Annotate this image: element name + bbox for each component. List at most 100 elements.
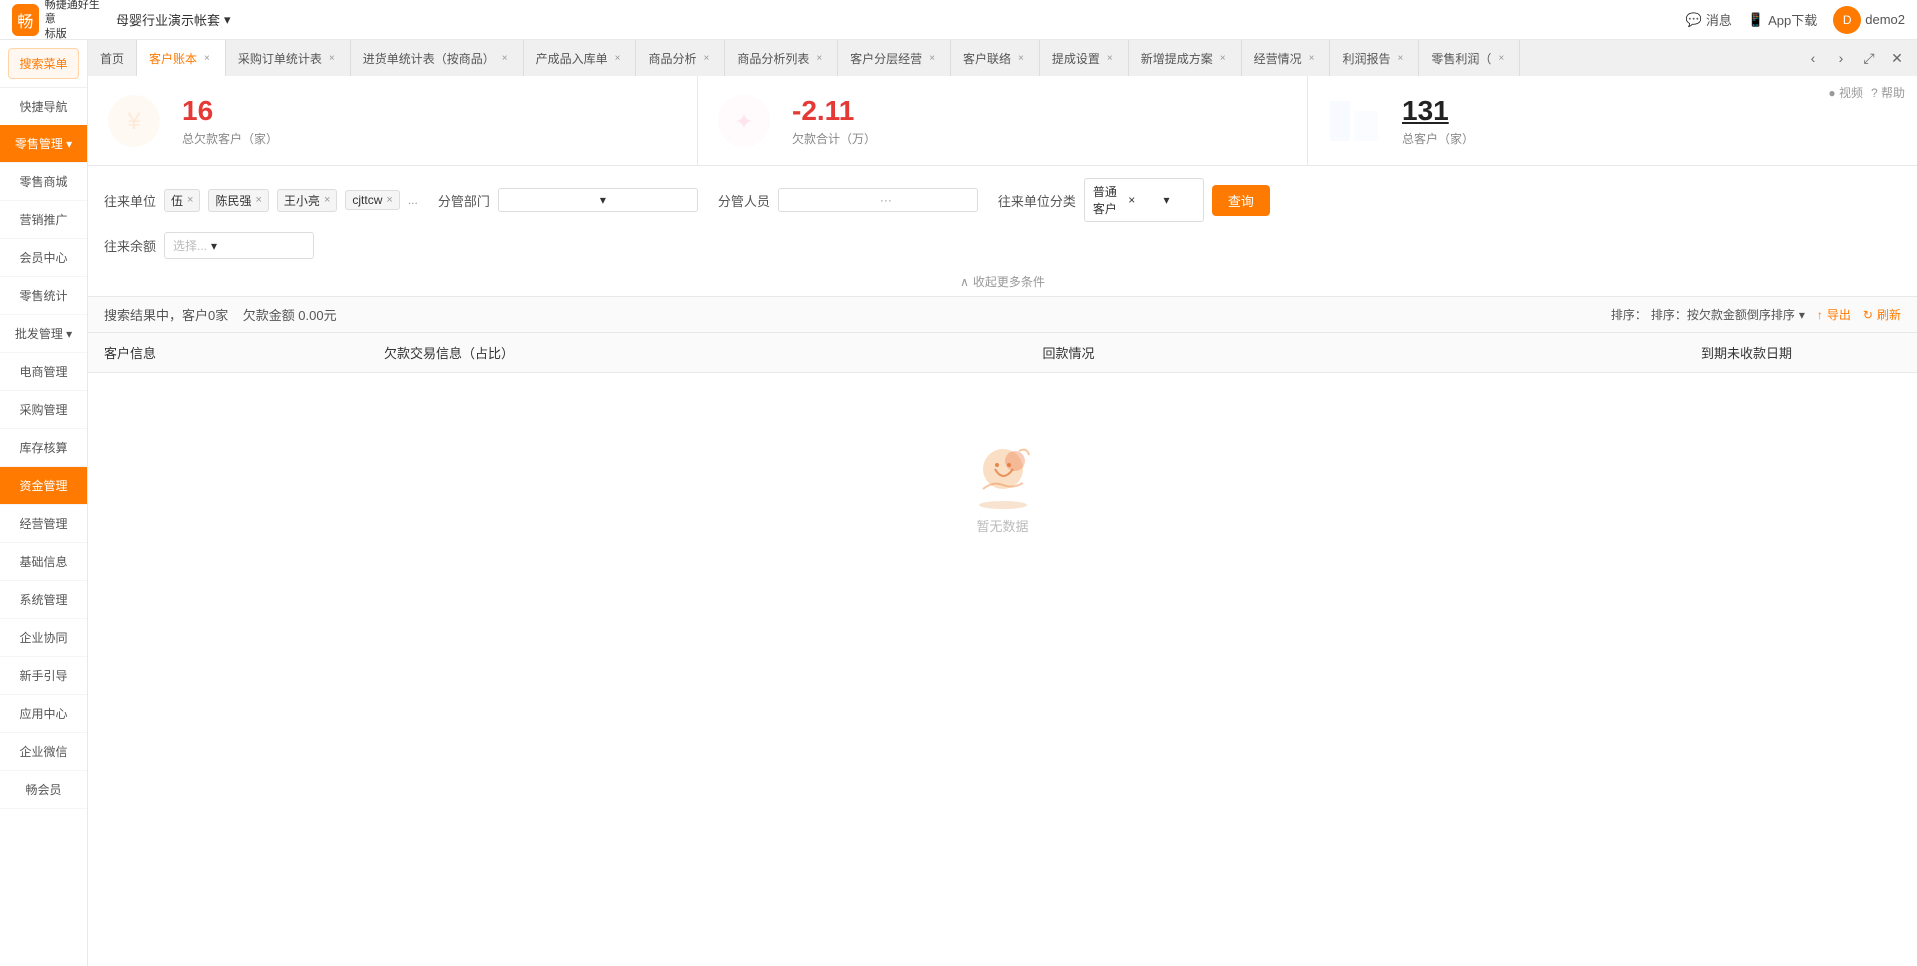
- stat-total-debt-customers: ¥ 16 总欠款客户（家）: [88, 76, 698, 165]
- tab-new-commission-plan[interactable]: 新增提成方案 ×: [1129, 40, 1242, 76]
- balance-input[interactable]: 选择... ▾: [164, 232, 314, 259]
- chevron-down-icon-cat: ▾: [1164, 193, 1195, 207]
- filter-tag-unit-2[interactable]: 陈民强 ×: [208, 189, 268, 212]
- export-button[interactable]: ↑ 导出: [1817, 306, 1851, 323]
- sidebar-item-wholesale-mgmt[interactable]: 批发管理 ▾: [0, 315, 87, 353]
- tab-product-analysis-list[interactable]: 商品分析列表 ×: [725, 40, 838, 76]
- collapse-filters-btn[interactable]: ∧ 收起更多条件: [104, 269, 1901, 296]
- sidebar-item-operations[interactable]: 经营管理: [0, 505, 87, 543]
- empty-icon: [963, 433, 1043, 516]
- sidebar-item-retail-mgmt[interactable]: 零售管理 ▾: [0, 125, 87, 163]
- sidebar-item-enterprise-collab[interactable]: 企业协同: [0, 619, 87, 657]
- tab-commission-settings[interactable]: 提成设置 ×: [1040, 40, 1129, 76]
- sidebar-item-finance[interactable]: 资金管理: [0, 467, 87, 505]
- top-bar-right: 💬 消息 📱 App下载 D demo2: [1686, 6, 1905, 34]
- tab-customer-segmentation[interactable]: 客户分层经营 ×: [838, 40, 951, 76]
- stat-number-total[interactable]: 131: [1402, 94, 1474, 128]
- top-bar-left: 畅 畅捷通好生意 标版 母婴行业演示帐套 ▾: [12, 0, 239, 41]
- tab-close-purchase-order[interactable]: ×: [326, 52, 338, 65]
- sidebar-item-onboarding[interactable]: 新手引导: [0, 657, 87, 695]
- filter-area: 往来单位 伍 × 陈民强 × 王小亮 × cjttcw × ... 分管部门 ▾: [88, 166, 1917, 297]
- empty-text: 暂无数据: [976, 516, 1028, 535]
- tab-close-operations[interactable]: ×: [1306, 52, 1318, 65]
- tab-close-product-analysis[interactable]: ×: [700, 52, 712, 65]
- tab-close-commission-settings[interactable]: ×: [1104, 52, 1116, 65]
- tab-home[interactable]: 首页: [88, 40, 137, 76]
- sidebar-item-marketing[interactable]: 营销推广: [0, 201, 87, 239]
- sidebar-item-system-mgmt[interactable]: 系统管理: [0, 581, 87, 619]
- sidebar-item-enterprise-wechat[interactable]: 企业微信: [0, 733, 87, 771]
- sidebar-item-basic-info[interactable]: 基础信息: [0, 543, 87, 581]
- tab-close-retail-profit[interactable]: ×: [1495, 52, 1507, 65]
- sidebar-item-purchase[interactable]: 采购管理: [0, 391, 87, 429]
- app-download-button[interactable]: 📱 App下载: [1748, 10, 1817, 29]
- stat-total-customers: 131 总客户（家） ● 视频 ? 帮助: [1308, 76, 1917, 165]
- tab-close-product-instock[interactable]: ×: [612, 52, 624, 65]
- tab-close-product-analysis-list[interactable]: ×: [813, 52, 825, 65]
- tab-close-all[interactable]: ✕: [1885, 46, 1909, 70]
- help-link[interactable]: ? 帮助: [1871, 84, 1905, 101]
- remove-tag-unit-3[interactable]: ×: [324, 194, 330, 206]
- remove-tag-unit-2[interactable]: ×: [255, 194, 261, 206]
- top-bar: 畅 畅捷通好生意 标版 母婴行业演示帐套 ▾ 💬 消息 📱 App下载 D de…: [0, 0, 1917, 40]
- tab-customer-contact[interactable]: 客户联络 ×: [951, 40, 1040, 76]
- search-menu-button[interactable]: 搜索菜单: [8, 48, 79, 79]
- sidebar-item-ecommerce[interactable]: 电商管理: [0, 353, 87, 391]
- remove-tag-unit-1[interactable]: ×: [187, 194, 193, 206]
- remove-tag-unit-4[interactable]: ×: [386, 194, 392, 206]
- filter-tag-unit-1[interactable]: 伍 ×: [164, 189, 200, 212]
- chevron-down-icon-sort: ▾: [1799, 308, 1805, 322]
- stat-label-debt: 欠款合计（万）: [792, 130, 876, 147]
- tab-close-customer-contact[interactable]: ×: [1015, 52, 1027, 65]
- tab-operations[interactable]: 经营情况 ×: [1242, 40, 1331, 76]
- filter-tag-unit-4[interactable]: cjttcw ×: [345, 190, 399, 210]
- refresh-button[interactable]: ↻ 刷新: [1863, 306, 1901, 323]
- sidebar-item-retail-mall[interactable]: 零售商城: [0, 163, 87, 201]
- store-selector[interactable]: 母婴行业演示帐套 ▾: [108, 6, 239, 33]
- tab-product-instock[interactable]: 产成品入库单 ×: [524, 40, 637, 76]
- category-select[interactable]: 普通客户 × ▾: [1084, 178, 1204, 222]
- tab-maximize[interactable]: ⤢: [1857, 46, 1881, 70]
- sort-select[interactable]: 排序： 排序：按欠款金额倒序排序 ▾: [1611, 306, 1805, 323]
- remove-category-tag[interactable]: ×: [1128, 193, 1159, 207]
- tab-profit-report[interactable]: 利润报告 ×: [1330, 40, 1419, 76]
- video-link[interactable]: ● 视频: [1828, 84, 1863, 101]
- filter-label-balance: 往来余额: [104, 236, 156, 255]
- query-button[interactable]: 查询: [1212, 185, 1270, 216]
- sidebar-item-inventory[interactable]: 库存核算: [0, 429, 87, 467]
- stat-icon-total: [1324, 91, 1384, 151]
- stat-label-total: 总客户（家）: [1402, 130, 1474, 147]
- person-select[interactable]: ···: [778, 188, 978, 212]
- user-menu[interactable]: D demo2: [1833, 6, 1905, 34]
- sidebar-item-vip[interactable]: 畅会员: [0, 771, 87, 809]
- tab-close-customer-seg[interactable]: ×: [926, 52, 938, 65]
- filter-row-1: 往来单位 伍 × 陈民强 × 王小亮 × cjttcw × ... 分管部门 ▾: [104, 178, 1901, 222]
- dept-select[interactable]: ▾: [498, 188, 698, 212]
- stat-label-customers: 总欠款客户（家）: [182, 130, 278, 147]
- tab-scroll-left[interactable]: ‹: [1801, 46, 1825, 70]
- filter-tag-unit-3[interactable]: 王小亮 ×: [277, 189, 337, 212]
- chevron-down-icon: ▾: [224, 12, 231, 28]
- message-button[interactable]: 💬 消息: [1686, 10, 1732, 29]
- col-customer-info: 客户信息: [104, 343, 384, 362]
- tab-retail-profit[interactable]: 零售利润（ ×: [1419, 40, 1520, 76]
- filter-more-units[interactable]: ...: [408, 193, 418, 207]
- message-icon: 💬: [1686, 12, 1702, 28]
- tab-close-new-commission[interactable]: ×: [1217, 52, 1229, 65]
- sidebar-quick-nav[interactable]: 快捷导航: [0, 88, 87, 125]
- tab-purchase-stats-product[interactable]: 进货单统计表（按商品） ×: [351, 40, 524, 76]
- tab-close-profit-report[interactable]: ×: [1394, 52, 1406, 65]
- tab-scroll-right[interactable]: ›: [1829, 46, 1853, 70]
- sidebar-item-app-center[interactable]: 应用中心: [0, 695, 87, 733]
- tab-customer-ledger[interactable]: 客户账本 ×: [137, 40, 226, 76]
- sidebar-item-retail-stats[interactable]: 零售统计: [0, 277, 87, 315]
- stat-number-debt: -2.11: [792, 94, 876, 128]
- tab-purchase-order-stats[interactable]: 采购订单统计表 ×: [226, 40, 351, 76]
- chevron-up-icon: ∧: [960, 275, 969, 289]
- tab-product-analysis[interactable]: 商品分析 ×: [636, 40, 725, 76]
- filter-row-2: 往来余额 选择... ▾: [104, 232, 1901, 259]
- sidebar-item-membership[interactable]: 会员中心: [0, 239, 87, 277]
- stat-total-debt-amount: ✦ -2.11 欠款合计（万）: [698, 76, 1308, 165]
- tab-close-customer-ledger[interactable]: ×: [201, 52, 213, 65]
- tab-close-purchase-stats[interactable]: ×: [499, 52, 511, 65]
